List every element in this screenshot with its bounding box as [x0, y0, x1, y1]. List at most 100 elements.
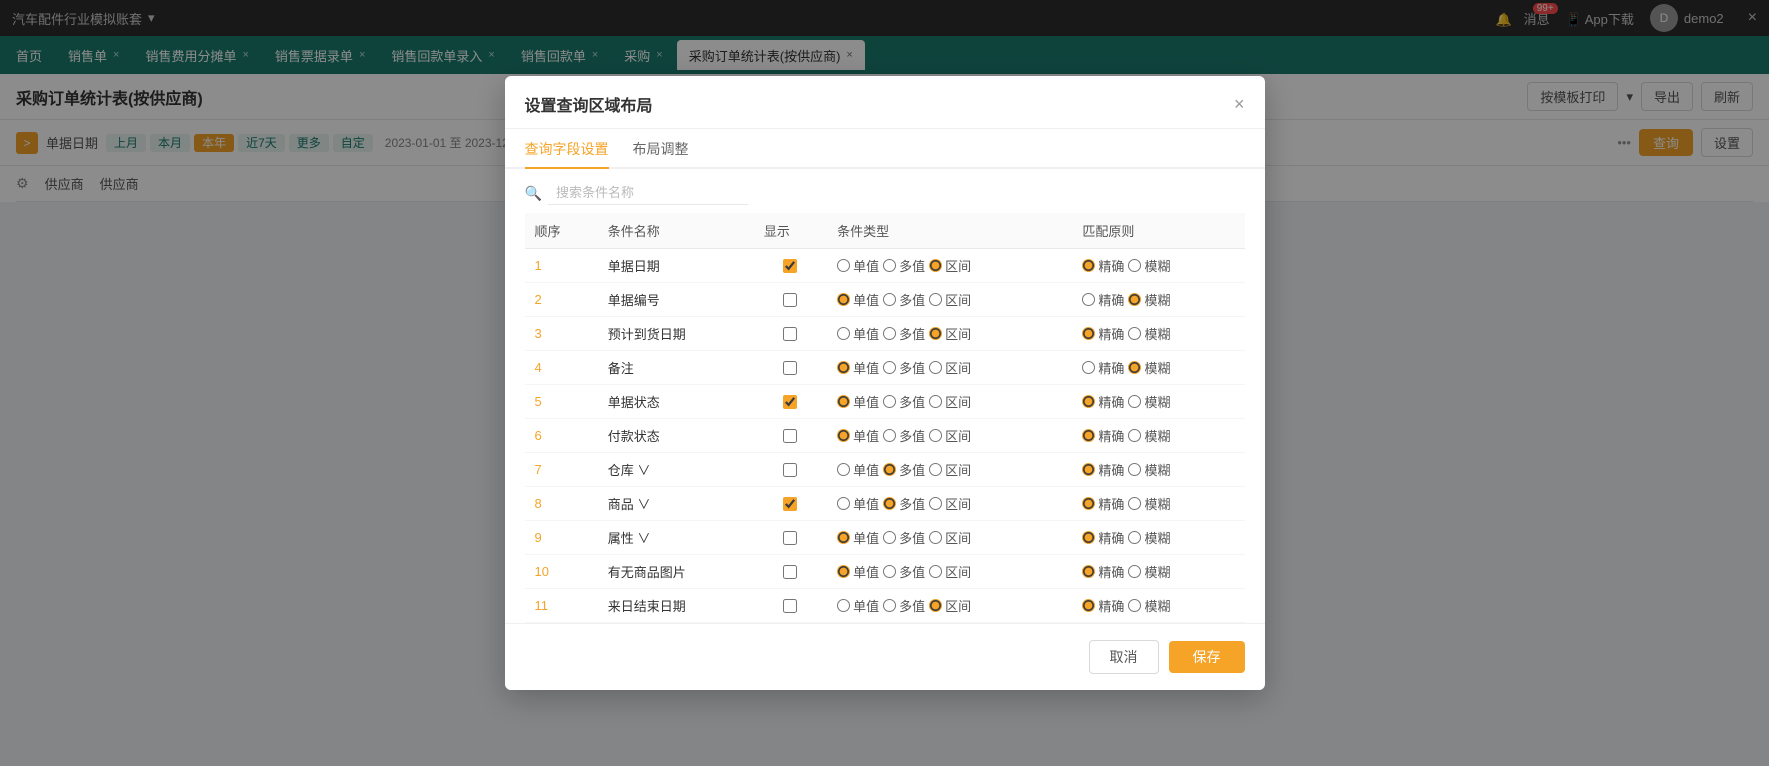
display-checkbox[interactable] [783, 327, 797, 341]
match-radio[interactable] [1128, 531, 1141, 544]
type-radio[interactable] [883, 361, 896, 374]
type-radio-option[interactable]: 多值 [883, 596, 925, 615]
type-radio-option[interactable]: 区间 [929, 392, 971, 411]
type-radio[interactable] [929, 293, 942, 306]
type-radio-option[interactable]: 单值 [837, 596, 879, 615]
cancel-btn[interactable]: 取消 [1089, 640, 1159, 674]
type-radio-option[interactable]: 区间 [929, 562, 971, 581]
match-radio[interactable] [1128, 497, 1141, 510]
type-radio[interactable] [883, 565, 896, 578]
type-radio-option[interactable]: 区间 [929, 256, 971, 275]
display-checkbox[interactable] [783, 531, 797, 545]
type-radio[interactable] [883, 259, 896, 272]
type-radio[interactable] [837, 293, 850, 306]
type-radio-option[interactable]: 区间 [929, 426, 971, 445]
match-radio-option[interactable]: 精确 [1082, 358, 1124, 377]
type-radio-option[interactable]: 多值 [883, 494, 925, 513]
type-radio[interactable] [837, 327, 850, 340]
match-radio-option[interactable]: 精确 [1082, 528, 1124, 547]
match-radio-option[interactable]: 模糊 [1128, 528, 1170, 547]
match-radio[interactable] [1128, 259, 1141, 272]
type-radio[interactable] [837, 497, 850, 510]
match-radio-option[interactable]: 精确 [1082, 290, 1124, 309]
match-radio-option[interactable]: 精确 [1082, 494, 1124, 513]
type-radio[interactable] [837, 531, 850, 544]
type-radio-option[interactable]: 单值 [837, 358, 879, 377]
type-radio-option[interactable]: 单值 [837, 426, 879, 445]
match-radio[interactable] [1082, 429, 1095, 442]
type-radio[interactable] [883, 599, 896, 612]
type-radio[interactable] [837, 395, 850, 408]
type-radio[interactable] [929, 497, 942, 510]
type-radio-option[interactable]: 区间 [929, 290, 971, 309]
match-radio[interactable] [1128, 327, 1141, 340]
type-radio[interactable] [929, 531, 942, 544]
dialog-close-btn[interactable]: × [1234, 94, 1245, 115]
type-radio-option[interactable]: 单值 [837, 256, 879, 275]
type-radio-option[interactable]: 多值 [883, 426, 925, 445]
match-radio-option[interactable]: 模糊 [1128, 460, 1170, 479]
match-radio[interactable] [1128, 565, 1141, 578]
display-checkbox[interactable] [783, 565, 797, 579]
match-radio-option[interactable]: 精确 [1082, 392, 1124, 411]
display-checkbox[interactable] [783, 599, 797, 613]
type-radio[interactable] [883, 463, 896, 476]
match-radio[interactable] [1082, 395, 1095, 408]
type-radio[interactable] [883, 327, 896, 340]
match-radio[interactable] [1128, 429, 1141, 442]
match-radio[interactable] [1082, 327, 1095, 340]
type-radio-option[interactable]: 单值 [837, 460, 879, 479]
match-radio-option[interactable]: 精确 [1082, 596, 1124, 615]
display-checkbox[interactable] [783, 259, 797, 273]
display-checkbox[interactable] [783, 395, 797, 409]
match-radio[interactable] [1082, 531, 1095, 544]
dialog-tab[interactable]: 查询字段设置 [525, 129, 609, 169]
display-checkbox[interactable] [783, 361, 797, 375]
match-radio-option[interactable]: 模糊 [1128, 426, 1170, 445]
type-radio[interactable] [929, 429, 942, 442]
match-radio[interactable] [1082, 463, 1095, 476]
match-radio-option[interactable]: 模糊 [1128, 562, 1170, 581]
match-radio[interactable] [1082, 361, 1095, 374]
type-radio-option[interactable]: 区间 [929, 324, 971, 343]
save-btn[interactable]: 保存 [1169, 641, 1245, 673]
type-radio[interactable] [929, 463, 942, 476]
match-radio[interactable] [1128, 395, 1141, 408]
type-radio[interactable] [929, 395, 942, 408]
display-checkbox[interactable] [783, 497, 797, 511]
type-radio-option[interactable]: 单值 [837, 290, 879, 309]
type-radio[interactable] [837, 599, 850, 612]
match-radio[interactable] [1082, 565, 1095, 578]
match-radio[interactable] [1082, 497, 1095, 510]
type-radio-option[interactable]: 多值 [883, 460, 925, 479]
type-radio-option[interactable]: 多值 [883, 562, 925, 581]
type-radio[interactable] [837, 361, 850, 374]
match-radio-option[interactable]: 模糊 [1128, 256, 1170, 275]
type-radio-option[interactable]: 区间 [929, 460, 971, 479]
match-radio-option[interactable]: 模糊 [1128, 358, 1170, 377]
type-radio[interactable] [883, 531, 896, 544]
type-radio-option[interactable]: 多值 [883, 528, 925, 547]
type-radio[interactable] [883, 429, 896, 442]
match-radio[interactable] [1128, 293, 1141, 306]
type-radio[interactable] [837, 565, 850, 578]
type-radio-option[interactable]: 多值 [883, 256, 925, 275]
match-radio-option[interactable]: 模糊 [1128, 290, 1170, 309]
type-radio[interactable] [929, 259, 942, 272]
match-radio-option[interactable]: 精确 [1082, 562, 1124, 581]
match-radio-option[interactable]: 模糊 [1128, 494, 1170, 513]
type-radio-option[interactable]: 单值 [837, 494, 879, 513]
type-radio-option[interactable]: 多值 [883, 290, 925, 309]
display-checkbox[interactable] [783, 293, 797, 307]
match-radio-option[interactable]: 精确 [1082, 324, 1124, 343]
match-radio-option[interactable]: 模糊 [1128, 596, 1170, 615]
type-radio[interactable] [883, 293, 896, 306]
match-radio-option[interactable]: 模糊 [1128, 392, 1170, 411]
type-radio-option[interactable]: 单值 [837, 528, 879, 547]
match-radio-option[interactable]: 模糊 [1128, 324, 1170, 343]
type-radio[interactable] [883, 395, 896, 408]
type-radio[interactable] [837, 463, 850, 476]
type-radio[interactable] [929, 327, 942, 340]
type-radio[interactable] [929, 361, 942, 374]
type-radio-option[interactable]: 多值 [883, 392, 925, 411]
